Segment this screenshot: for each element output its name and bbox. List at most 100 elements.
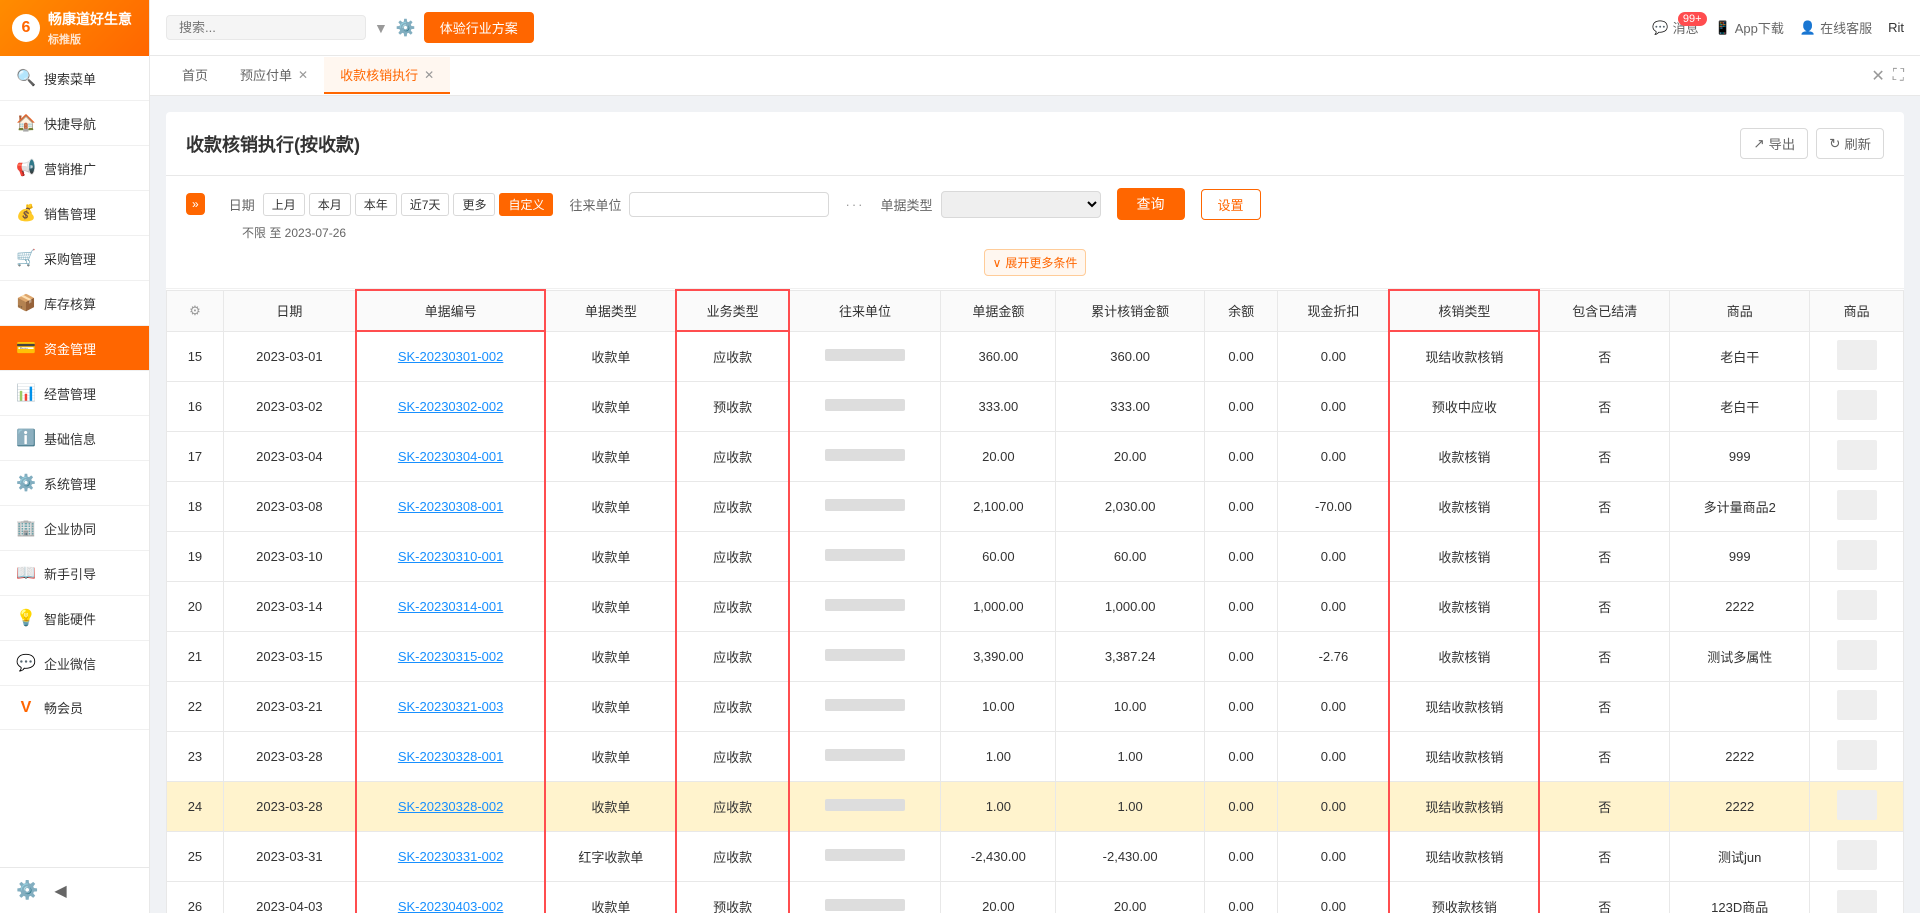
collapse-arrow[interactable]: » <box>186 193 205 215</box>
refresh-button[interactable]: ↻ 刷新 <box>1816 128 1884 159</box>
doc-no-link[interactable]: SK-20230314-001 <box>398 599 504 614</box>
search-icon: 🔍 <box>16 68 36 88</box>
cell-biz-type: 应收款 <box>676 731 788 781</box>
online-service[interactable]: 👤 在线客服 <box>1800 18 1872 37</box>
app-download[interactable]: 📱 App下载 <box>1715 18 1784 37</box>
doc-no-link[interactable]: SK-20230315-002 <box>398 649 504 664</box>
tabbar-fullscreen-icon[interactable]: ⛶ <box>1893 67 1904 85</box>
cell-biz-type: 预收款 <box>676 381 788 431</box>
sidebar-item-vip[interactable]: V 畅会员 <box>0 686 149 730</box>
cell-included: 否 <box>1539 531 1669 581</box>
sidebar-item-guide[interactable]: 📖 新手引导 <box>0 551 149 596</box>
sidebar-item-quick-nav[interactable]: 🏠 快捷导航 <box>0 101 149 146</box>
filter-prev-month-btn[interactable]: 上月 <box>263 193 305 216</box>
tab-prepay[interactable]: 预应付单 ✕ <box>224 57 324 94</box>
cell-balance: 0.00 <box>1204 731 1277 781</box>
tab-collection-close[interactable]: ✕ <box>424 68 434 82</box>
cell-doc-no: SK-20230310-001 <box>356 531 545 581</box>
sidebar-item-finance[interactable]: 💳 资金管理 <box>0 326 149 371</box>
cell-no: 22 <box>167 681 224 731</box>
sidebar-settings-icon[interactable]: ⚙️ <box>16 880 38 901</box>
col-settings-icon[interactable]: ⚙ <box>189 303 201 318</box>
doc-no-link[interactable]: SK-20230301-002 <box>398 349 504 364</box>
doc-no-link[interactable]: SK-20230321-003 <box>398 699 504 714</box>
doc-no-link[interactable]: SK-20230331-002 <box>398 849 504 864</box>
doc-no-link[interactable]: SK-20230310-001 <box>398 549 504 564</box>
cell-included: 否 <box>1539 681 1669 731</box>
tabbar-actions: ✕ ⛶ <box>1871 66 1904 86</box>
refresh-icon: ↻ <box>1829 136 1840 152</box>
th-discount: 现金折扣 <box>1278 290 1390 331</box>
filter-partner-input[interactable] <box>629 192 829 217</box>
query-button[interactable]: 查询 <box>1117 188 1185 220</box>
filter-more-btn[interactable]: 更多 <box>453 193 495 216</box>
filter-doctype-select[interactable] <box>941 191 1101 218</box>
sidebar-item-inventory[interactable]: 📦 库存核算 <box>0 281 149 326</box>
sidebar-collapse-icon[interactable]: ◀ <box>54 881 66 901</box>
tab-collection[interactable]: 收款核销执行 ✕ <box>324 57 450 94</box>
cell-acc-amount: 20.00 <box>1056 431 1204 481</box>
cell-acc-amount: 20.00 <box>1056 881 1204 913</box>
sidebar-item-wechat[interactable]: 💬 企业微信 <box>0 641 149 686</box>
sidebar-item-system[interactable]: ⚙️ 系统管理 <box>0 461 149 506</box>
sidebar-item-basic[interactable]: ℹ️ 基础信息 <box>0 416 149 461</box>
tab-home[interactable]: 首页 <box>166 57 224 94</box>
sidebar-item-marketing[interactable]: 📢 营销推广 <box>0 146 149 191</box>
cell-no: 23 <box>167 731 224 781</box>
sidebar-item-hardware[interactable]: 💡 智能硬件 <box>0 596 149 641</box>
app-version: 标推版 <box>48 31 132 47</box>
cell-doc-type: 红字收款单 <box>545 831 676 881</box>
sidebar-item-purchase[interactable]: 🛒 采购管理 <box>0 236 149 281</box>
sidebar-logo: 6 畅康道好生意 标推版 <box>0 0 149 56</box>
table-scroll[interactable]: ⚙ 日期 单据编号 单据类型 业务类型 往来单位 单据金额 累计核销金额 余额 … <box>166 289 1904 913</box>
app-name-block: 畅康道好生意 标推版 <box>48 9 132 47</box>
doc-no-link[interactable]: SK-20230328-001 <box>398 749 504 764</box>
username[interactable]: Rit <box>1888 20 1904 35</box>
sidebar-label-enterprise: 企业协同 <box>44 519 96 538</box>
sidebar-label-sales: 销售管理 <box>44 204 96 223</box>
sidebar-label-wechat: 企业微信 <box>44 654 96 673</box>
doc-no-link[interactable]: SK-20230302-002 <box>398 399 504 414</box>
filter-dots: ··· <box>845 197 864 212</box>
cell-amount: 333.00 <box>941 381 1056 431</box>
cell-product1: 老白干 <box>1670 331 1810 381</box>
topbar-gear-icon[interactable]: ⚙️ <box>396 18 416 38</box>
sidebar-label-purchase: 采购管理 <box>44 249 96 268</box>
cell-biz-type: 应收款 <box>676 681 788 731</box>
cell-discount: -70.00 <box>1278 481 1390 531</box>
sidebar-item-search[interactable]: 🔍 搜索菜单 <box>0 56 149 101</box>
cell-partner <box>789 631 941 681</box>
tabbar-close-icon[interactable]: ✕ <box>1871 66 1884 86</box>
solution-button[interactable]: 体验行业方案 <box>424 12 534 43</box>
cell-product2 <box>1810 481 1904 531</box>
filter-curr-month-btn[interactable]: 本月 <box>309 193 351 216</box>
sidebar-item-enterprise[interactable]: 🏢 企业协同 <box>0 506 149 551</box>
doc-no-link[interactable]: SK-20230328-002 <box>398 799 504 814</box>
doc-no-link[interactable]: SK-20230308-001 <box>398 499 504 514</box>
sidebar-item-sales[interactable]: 💰 销售管理 <box>0 191 149 236</box>
doc-no-link[interactable]: SK-20230304-001 <box>398 449 504 464</box>
doc-no-link[interactable]: SK-20230403-002 <box>398 899 504 913</box>
table-container: ⚙ 日期 单据编号 单据类型 业务类型 往来单位 单据金额 累计核销金额 余额 … <box>166 289 1904 913</box>
export-button[interactable]: ↗ 导出 <box>1740 128 1808 159</box>
topbar-search-input[interactable] <box>166 15 366 40</box>
cell-biz-type: 应收款 <box>676 631 788 681</box>
cell-product2 <box>1810 681 1904 731</box>
filter-7days-btn[interactable]: 近7天 <box>401 193 450 216</box>
th-settings[interactable]: ⚙ <box>167 290 224 331</box>
cell-partner <box>789 531 941 581</box>
th-verify-type: 核销类型 <box>1389 290 1539 331</box>
expand-conditions-btn[interactable]: ∨ 展开更多条件 <box>984 249 1087 276</box>
setting-button[interactable]: 设置 <box>1201 189 1261 220</box>
cell-acc-amount: 360.00 <box>1056 331 1204 381</box>
sidebar-item-operation[interactable]: 📊 经营管理 <box>0 371 149 416</box>
cell-amount: 20.00 <box>941 881 1056 913</box>
filter-custom-btn[interactable]: 自定义 <box>499 193 553 216</box>
filter-curr-year-btn[interactable]: 本年 <box>355 193 397 216</box>
message-badge[interactable]: 💬 消息 99+ <box>1652 18 1698 37</box>
cell-product2 <box>1810 331 1904 381</box>
th-doc-no: 单据编号 <box>356 290 545 331</box>
app-name: 畅康道好生意 <box>48 9 132 29</box>
cell-discount: 0.00 <box>1278 831 1390 881</box>
tab-prepay-close[interactable]: ✕ <box>298 68 308 82</box>
